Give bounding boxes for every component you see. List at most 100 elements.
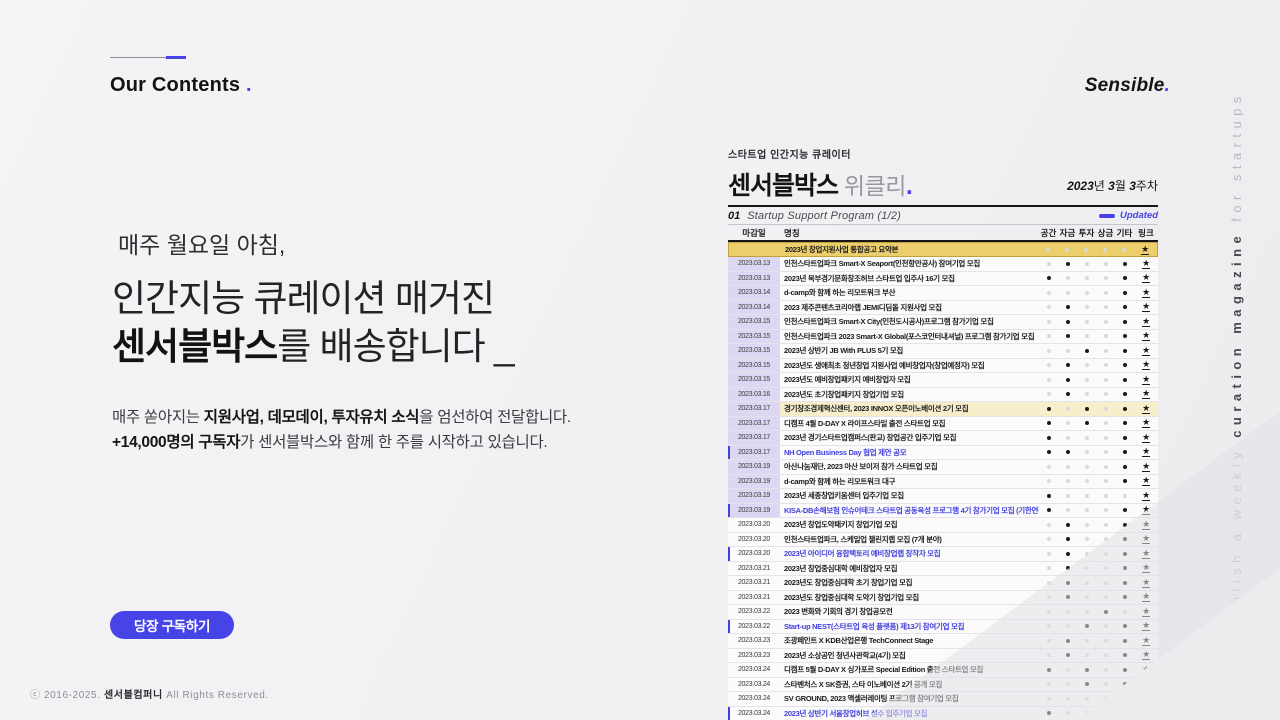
table-row[interactable]: 2023.03.21 2023년도 창업중심대학 초기 창업기업 모집 ★ xyxy=(728,576,1158,591)
program-name-link[interactable]: 조광페인트 X KDB산업은행 TechConnect Stage xyxy=(780,635,1039,646)
link-cell[interactable]: ★ xyxy=(1134,664,1158,675)
program-name-link[interactable]: 인천스타트업파크, 스케일업 챌린지랩 모집 (7개 분야) xyxy=(780,534,1039,545)
table-row[interactable]: 2023.03.17 2023년 경기스타트업캠퍼스(판교) 창업공간 입주기업… xyxy=(728,431,1158,446)
link-cell[interactable]: ★ xyxy=(1134,374,1158,385)
table-row[interactable]: 2023.03.20 2023년 아이디어 융합팩토리 예비창업랩 창작자 모집… xyxy=(728,547,1158,562)
program-name-link[interactable]: 디캠프 5월 D-DAY X 싱가포르 Special Edition 출전 스… xyxy=(780,664,1039,675)
program-name-link[interactable]: 2023 제주콘텐츠코리아랩 JEMI디딤돌 지원사업 모집 xyxy=(780,302,1039,313)
star-link-icon[interactable]: ★ xyxy=(1142,360,1150,371)
link-cell[interactable]: ★ xyxy=(1134,679,1158,690)
program-name-link[interactable]: 2023년 상반기 JB With PLUS 5기 모집 xyxy=(780,345,1039,356)
link-cell[interactable]: ★ xyxy=(1134,432,1158,443)
program-name-link[interactable]: 경기창조경제혁신센터, 2023 INNOX 오픈이노베이션 2기 모집 xyxy=(780,403,1039,414)
link-cell[interactable]: ★ xyxy=(1134,635,1158,646)
table-row[interactable]: 2023.03.23 2023년 소상공인 청년사관학교(4기) 모집 ★ xyxy=(728,649,1158,663)
link-cell[interactable]: ★ xyxy=(1134,302,1158,313)
table-row[interactable]: 2023.03.22 Start-up NEST(스타트업 육성 플랫폼) 제1… xyxy=(728,619,1158,634)
program-name-link[interactable]: 2023년 창업중심대학 예비창업자 모집 xyxy=(780,563,1039,574)
link-cell[interactable]: ★ xyxy=(1134,693,1158,704)
star-link-icon[interactable]: ★ xyxy=(1142,302,1150,313)
table-row[interactable]: 2023.03.15 2023년도 생애최초 청년창업 지원사업 예비창업자(창… xyxy=(728,358,1158,373)
link-cell[interactable]: ★ xyxy=(1134,403,1158,414)
table-row[interactable]: 2023.03.23 조광페인트 X KDB산업은행 TechConnect S… xyxy=(728,634,1158,649)
link-cell[interactable]: ★ xyxy=(1134,447,1158,458)
table-row[interactable]: 2023.03.19 KISA-DB손해보험 인슈어테크 스타트업 공동육성 프… xyxy=(728,503,1158,518)
star-link-icon[interactable]: ★ xyxy=(1142,403,1150,414)
program-name-link[interactable]: 2023년 아이디어 융합팩토리 예비창업랩 창작자 모집 xyxy=(780,548,1039,559)
program-name-link[interactable]: 2023년 상반기 서울창업허브 성수 입주기업 모집 xyxy=(780,708,1039,719)
program-name-link[interactable]: 아산나눔재단, 2023 아산 보이저 참가 스타트업 모집 xyxy=(780,461,1039,472)
table-row[interactable]: 2023.03.13 인천스타트업파크 Smart-X Seaport(인천항만… xyxy=(728,257,1158,272)
star-link-icon[interactable]: ★ xyxy=(1142,476,1150,487)
table-row[interactable]: 2023.03.16 2023년도 초기창업패키지 창업기업 모집 ★ xyxy=(728,387,1158,402)
link-cell[interactable]: ★ xyxy=(1134,621,1158,632)
star-link-icon[interactable]: ★ xyxy=(1141,244,1149,255)
star-link-icon[interactable]: ★ xyxy=(1142,519,1150,530)
link-cell[interactable]: ★ xyxy=(1134,490,1158,501)
star-link-icon[interactable]: ★ xyxy=(1142,650,1150,661)
table-row[interactable]: 2023.03.21 2023년도 창업중심대학 도약기 창업기업 모집 ★ xyxy=(728,591,1158,605)
table-row[interactable]: 2023.03.21 2023년 창업중심대학 예비창업자 모집 ★ xyxy=(728,562,1158,576)
program-name-link[interactable]: 인천스타트업파크 Smart-X City(인천도시공사)프로그램 참가기업 모… xyxy=(780,316,1039,327)
table-row[interactable]: 2023.03.24 SV GROUND, 2023 액셀러레이팅 프로그램 참… xyxy=(728,692,1158,707)
program-name-link[interactable]: 2023 변화와 기회의 경기 창업공모전 xyxy=(780,606,1039,617)
program-name-link[interactable]: 디캠프 4월 D-DAY X 라이프스타일 출전 스타트업 모집 xyxy=(780,418,1039,429)
link-cell[interactable]: ★ xyxy=(1134,273,1158,284)
link-cell[interactable]: ★ xyxy=(1134,360,1158,371)
link-cell[interactable]: ★ xyxy=(1134,345,1158,356)
link-cell[interactable]: ★ xyxy=(1134,287,1158,298)
table-row[interactable]: 2023년 창업지원사업 통합공고 요약본 ★ xyxy=(728,242,1158,257)
link-cell[interactable]: ★ xyxy=(1134,418,1158,429)
table-row[interactable]: 2023.03.17 경기창조경제혁신센터, 2023 INNOX 오픈이노베이… xyxy=(728,402,1158,417)
star-link-icon[interactable]: ★ xyxy=(1142,273,1150,284)
star-link-icon[interactable]: ★ xyxy=(1142,621,1150,632)
link-cell[interactable]: ★ xyxy=(1134,650,1158,661)
star-link-icon[interactable]: ★ xyxy=(1142,331,1150,342)
link-cell[interactable]: ★ xyxy=(1134,519,1158,530)
program-name-link[interactable]: SV GROUND, 2023 액셀러레이팅 프로그램 참여기업 모집 xyxy=(780,693,1039,704)
star-link-icon[interactable]: ★ xyxy=(1142,635,1150,646)
link-cell[interactable]: ★ xyxy=(1134,534,1158,545)
program-name-link[interactable]: 스타벤처스 X SK증권, 스타 이노베이션 2기 공개 모집 xyxy=(780,679,1039,690)
program-name-link[interactable]: 2023년도 초기창업패키지 창업기업 모집 xyxy=(780,389,1039,400)
program-name-link[interactable]: 2023년 소상공인 청년사관학교(4기) 모집 xyxy=(780,650,1039,661)
link-cell[interactable]: ★ xyxy=(1134,461,1158,472)
program-name-link[interactable]: 2023년도 예비창업패키지 예비창업자 모집 xyxy=(780,374,1039,385)
subscribe-button[interactable]: 당장 구독하기 xyxy=(110,611,235,639)
star-link-icon[interactable]: ★ xyxy=(1142,345,1150,356)
link-cell[interactable]: ★ xyxy=(1134,563,1158,574)
link-cell[interactable]: ★ xyxy=(1134,331,1158,342)
table-row[interactable]: 2023.03.17 NH Open Business Day 협업 제안 공모… xyxy=(728,445,1158,460)
table-row[interactable]: 2023.03.24 스타벤처스 X SK증권, 스타 이노베이션 2기 공개 … xyxy=(728,678,1158,692)
table-row[interactable]: 2023.03.15 2023년도 예비창업패키지 예비창업자 모집 ★ xyxy=(728,373,1158,388)
star-link-icon[interactable]: ★ xyxy=(1142,708,1150,719)
table-row[interactable]: 2023.03.22 2023 변화와 기회의 경기 창업공모전 ★ xyxy=(728,605,1158,620)
link-cell[interactable]: ★ xyxy=(1134,389,1158,400)
star-link-icon[interactable]: ★ xyxy=(1142,679,1150,690)
table-row[interactable]: 2023.03.15 인천스타트업파크 Smart-X City(인천도시공사)… xyxy=(728,315,1158,330)
link-cell[interactable]: ★ xyxy=(1134,592,1158,603)
table-row[interactable]: 2023.03.14 2023 제주콘텐츠코리아랩 JEMI디딤돌 지원사업 모… xyxy=(728,300,1158,315)
program-name-link[interactable]: 2023년 창업지원사업 통합공고 요약본 xyxy=(781,244,1038,255)
program-name-link[interactable]: Start-up NEST(스타트업 육성 플랫폼) 제13기 참여기업 모집 xyxy=(780,621,1039,632)
program-name-link[interactable]: 2023년 세종창업키움센터 입주기업 모집 xyxy=(780,490,1039,501)
table-row[interactable]: 2023.03.17 디캠프 4월 D-DAY X 라이프스타일 출전 스타트업… xyxy=(728,416,1158,431)
program-name-link[interactable]: 2023년도 생애최초 청년창업 지원사업 예비창업자(창업예정자) 모집 xyxy=(780,360,1039,371)
star-link-icon[interactable]: ★ xyxy=(1142,577,1150,588)
link-cell[interactable]: ★ xyxy=(1134,708,1158,719)
program-name-link[interactable]: 2023년도 창업중심대학 초기 창업기업 모집 xyxy=(780,577,1039,588)
table-row[interactable]: 2023.03.24 2023년 상반기 서울창업허브 성수 입주기업 모집 ★ xyxy=(728,706,1158,720)
link-cell[interactable]: ★ xyxy=(1133,244,1157,255)
table-row[interactable]: 2023.03.19 아산나눔재단, 2023 아산 보이저 참가 스타트업 모… xyxy=(728,460,1158,475)
link-cell[interactable]: ★ xyxy=(1134,606,1158,617)
table-row[interactable]: 2023.03.15 인천스타트업파크 2023 Smart-X Global(… xyxy=(728,329,1158,344)
program-name-link[interactable]: 2023년 창업도약패키지 창업기업 모집 xyxy=(780,519,1039,530)
table-row[interactable]: 2023.03.19 2023년 세종창업키움센터 입주기업 모집 ★ xyxy=(728,489,1158,504)
star-link-icon[interactable]: ★ xyxy=(1142,606,1150,617)
star-link-icon[interactable]: ★ xyxy=(1142,664,1150,675)
star-link-icon[interactable]: ★ xyxy=(1142,374,1150,385)
table-row[interactable]: 2023.03.20 인천스타트업파크, 스케일업 챌린지랩 모집 (7개 분야… xyxy=(728,533,1158,547)
star-link-icon[interactable]: ★ xyxy=(1142,389,1150,400)
star-link-icon[interactable]: ★ xyxy=(1142,432,1150,443)
star-link-icon[interactable]: ★ xyxy=(1142,563,1150,574)
